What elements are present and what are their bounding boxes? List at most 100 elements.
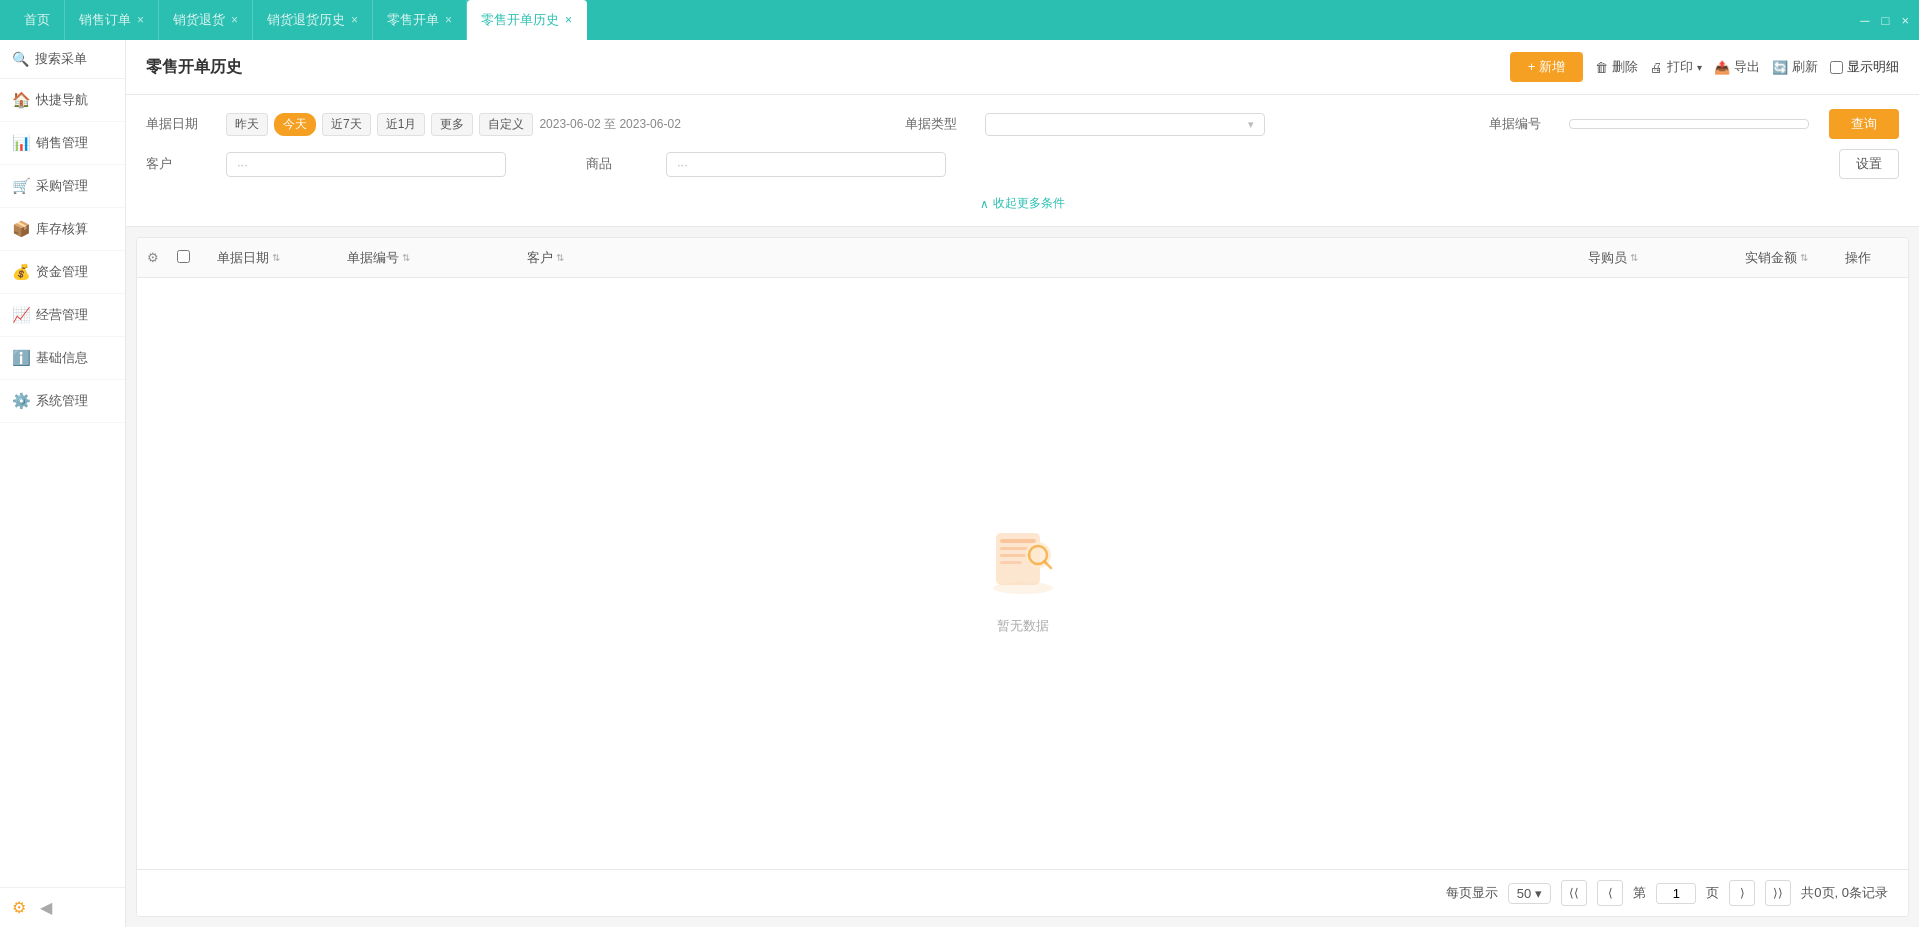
sales-icon: 📊: [12, 134, 28, 152]
sort-date-icon: ⇅: [272, 253, 280, 263]
tab-bar: 首页 销售订单 × 销货退货 × 销货退货历史 × 零售开单 × 零售开单历史 …: [0, 0, 1919, 40]
tab-retail-order-history[interactable]: 零售开单历史 ×: [467, 0, 587, 40]
minimize-btn[interactable]: ─: [1860, 13, 1869, 28]
tab-close-sales-return[interactable]: ×: [231, 13, 238, 27]
collapse-up-icon: ∧: [980, 197, 989, 211]
customer-dots: ···: [237, 157, 248, 172]
sidebar-bottom: ⚙ ◀: [0, 887, 125, 927]
display-detail-checkbox[interactable]: 显示明细: [1830, 58, 1899, 76]
goods-label: 商品: [586, 155, 646, 173]
query-button[interactable]: 查询: [1829, 109, 1899, 139]
print-icon: 🖨: [1650, 60, 1663, 75]
date-btn-yesterday[interactable]: 昨天: [226, 113, 268, 136]
close-btn[interactable]: ×: [1901, 13, 1909, 28]
th-guide[interactable]: 导购员 ⇅: [1578, 249, 1698, 267]
sort-amount-icon: ⇅: [1800, 253, 1808, 263]
display-detail-input[interactable]: [1830, 61, 1843, 74]
page-next-btn[interactable]: ⟩: [1729, 880, 1755, 906]
page-input[interactable]: [1656, 883, 1696, 904]
sidebar-item-system[interactable]: ⚙️ 系统管理: [0, 380, 125, 423]
sidebar-item-finance[interactable]: 💰 资金管理: [0, 251, 125, 294]
order-num-input[interactable]: [1569, 119, 1809, 129]
sidebar-search[interactable]: 🔍 搜索采单: [0, 40, 125, 79]
tab-sales-order[interactable]: 销售订单 ×: [65, 0, 159, 40]
settings-button[interactable]: 设置: [1839, 149, 1899, 179]
page-prev-btn[interactable]: ⟨: [1597, 880, 1623, 906]
tab-sales-return-history[interactable]: 销货退货历史 ×: [253, 0, 373, 40]
sidebar-nav: 🏠 快捷导航 📊 销售管理 🛒 采购管理 📦 库存核算 💰 资金管理 📈: [0, 79, 125, 887]
total-label: 共0页, 0条记录: [1801, 884, 1888, 902]
goods-dots: ···: [677, 157, 688, 172]
print-button[interactable]: 🖨 打印 ▾: [1650, 58, 1702, 76]
export-button[interactable]: 📤 导出: [1714, 58, 1760, 76]
sidebar-item-purchase[interactable]: 🛒 采购管理: [0, 165, 125, 208]
svg-rect-2: [1000, 539, 1036, 543]
purchase-icon: 🛒: [12, 177, 28, 195]
tab-sales-return[interactable]: 销货退货 ×: [159, 0, 253, 40]
date-btn-1month[interactable]: 近1月: [377, 113, 426, 136]
order-type-chevron-icon: ▾: [1248, 118, 1254, 131]
sidebar-item-operations[interactable]: 📈 经营管理: [0, 294, 125, 337]
tab-retail-order[interactable]: 零售开单 ×: [373, 0, 467, 40]
date-button-group: 昨天 今天 近7天 近1月 更多 自定义 2023-06-02 至 2023-0…: [226, 113, 681, 136]
sidebar-item-inventory[interactable]: 📦 库存核算: [0, 208, 125, 251]
svg-rect-5: [1000, 561, 1022, 564]
date-btn-7days[interactable]: 近7天: [322, 113, 371, 136]
th-order-num[interactable]: 单据编号 ⇅: [337, 249, 517, 267]
th-customer[interactable]: 客户 ⇅: [517, 249, 1578, 267]
sidebar-item-sales[interactable]: 📊 销售管理: [0, 122, 125, 165]
date-btn-custom[interactable]: 自定义: [479, 113, 533, 136]
print-chevron-icon: ▾: [1697, 62, 1702, 73]
add-button[interactable]: + 新增: [1510, 52, 1583, 82]
order-type-select[interactable]: ▾: [985, 113, 1265, 136]
sidebar-item-basic-info[interactable]: ℹ️ 基础信息: [0, 337, 125, 380]
refresh-icon: 🔄: [1772, 60, 1788, 75]
page-size-label: 每页显示: [1446, 884, 1498, 902]
tab-close-sales-order[interactable]: ×: [137, 13, 144, 27]
empty-state-illustration: [978, 513, 1068, 603]
delete-button[interactable]: 🗑 删除: [1595, 58, 1638, 76]
order-type-label: 单据类型: [905, 115, 965, 133]
order-num-label: 单据编号: [1489, 115, 1549, 133]
sidebar-item-shortcuts[interactable]: 🏠 快捷导航: [0, 79, 125, 122]
page-header: 零售开单历史 + 新增 🗑 删除 🖨 打印 ▾ 📤 导出 🔄: [126, 40, 1919, 95]
empty-text: 暂无数据: [997, 617, 1049, 635]
customer-input[interactable]: ···: [226, 152, 506, 177]
tab-close-retail-order[interactable]: ×: [445, 13, 452, 27]
window-controls: ─ □ ×: [1860, 13, 1909, 28]
restore-btn[interactable]: □: [1882, 13, 1890, 28]
settings-bottom-icon[interactable]: ⚙: [12, 898, 26, 917]
th-amount[interactable]: 实销金额 ⇅: [1698, 249, 1818, 267]
sort-customer-icon: ⇅: [556, 253, 564, 263]
refresh-button[interactable]: 🔄 刷新: [1772, 58, 1818, 76]
table-select-all[interactable]: [177, 250, 207, 266]
table-settings-icon[interactable]: ⚙: [147, 250, 177, 265]
tab-close-sales-return-history[interactable]: ×: [351, 13, 358, 27]
page-size-select[interactable]: 50 ▾: [1508, 883, 1551, 904]
filter-area: 单据日期 昨天 今天 近7天 近1月 更多 自定义 2023-06-02 至 2…: [126, 95, 1919, 227]
filter-row-1: 单据日期 昨天 今天 近7天 近1月 更多 自定义 2023-06-02 至 2…: [146, 109, 1899, 139]
svg-rect-3: [1000, 547, 1028, 550]
page-last-btn[interactable]: ⟩⟩: [1765, 880, 1791, 906]
date-btn-more[interactable]: 更多: [431, 113, 473, 136]
table-header: ⚙ 单据日期 ⇅ 单据编号 ⇅ 客户 ⇅ 导购员 ⇅: [137, 238, 1908, 278]
basic-info-icon: ℹ️: [12, 349, 28, 367]
finance-icon: 💰: [12, 263, 28, 281]
select-all-checkbox[interactable]: [177, 250, 190, 263]
date-btn-today[interactable]: 今天: [274, 113, 316, 136]
sort-guide-icon: ⇅: [1630, 253, 1638, 263]
sidebar: 🔍 搜索采单 🏠 快捷导航 📊 销售管理 🛒 采购管理 📦 库存核算 💰: [0, 40, 126, 927]
th-operation: 操作: [1818, 249, 1898, 267]
goods-input[interactable]: ···: [666, 152, 946, 177]
th-date[interactable]: 单据日期 ⇅: [207, 249, 337, 267]
tab-close-retail-order-history[interactable]: ×: [565, 13, 572, 27]
page-label-suffix: 页: [1706, 884, 1719, 902]
collapse-filter-bar[interactable]: ∧ 收起更多条件: [146, 189, 1899, 212]
page-first-btn[interactable]: ⟨⟨: [1561, 880, 1587, 906]
page-title: 零售开单历史: [146, 57, 242, 90]
table-body: 暂无数据: [137, 278, 1908, 869]
content-area: 零售开单历史 + 新增 🗑 删除 🖨 打印 ▾ 📤 导出 🔄: [126, 40, 1919, 927]
collapse-sidebar-icon[interactable]: ◀: [40, 898, 52, 917]
date-range-display: 2023-06-02 至 2023-06-02: [539, 116, 680, 133]
tab-home[interactable]: 首页: [10, 0, 65, 40]
